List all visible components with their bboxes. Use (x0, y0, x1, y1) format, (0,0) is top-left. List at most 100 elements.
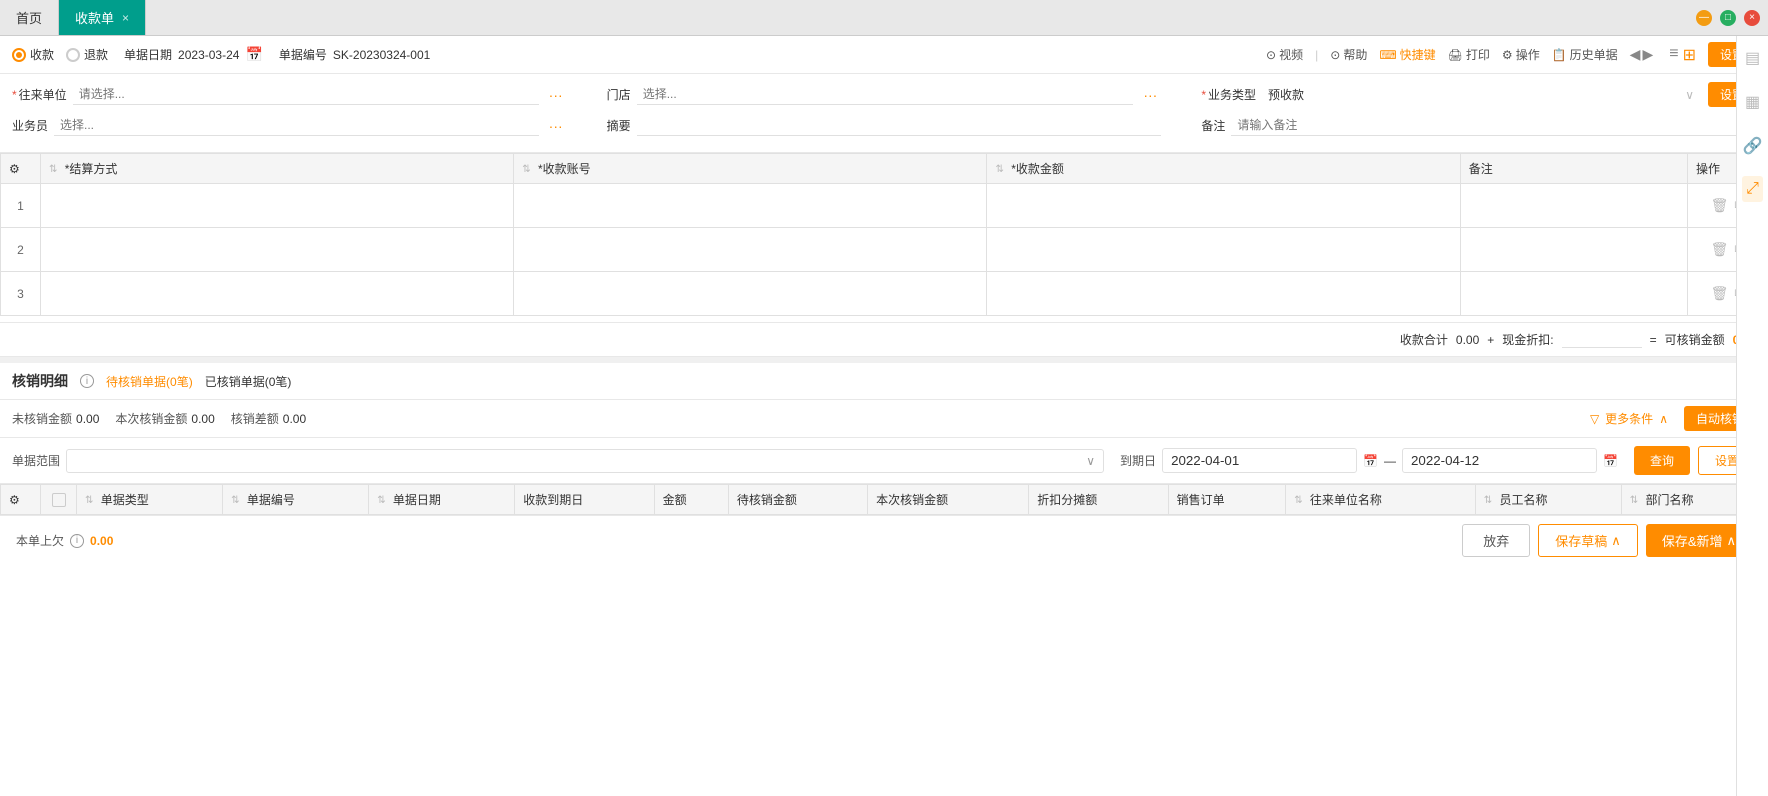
history-icon: 📋 (1552, 48, 1567, 62)
tab-receipt-label: 收款单 (75, 8, 114, 27)
delete-icon-2[interactable]: 🗑 (1711, 241, 1729, 258)
date-from-input[interactable] (1162, 448, 1357, 473)
discard-button[interactable]: 放弃 (1462, 524, 1530, 557)
cell-amount-2[interactable] (987, 228, 1460, 272)
cell-amount-3[interactable] (987, 272, 1460, 316)
shop-more-btn[interactable]: ··· (1139, 87, 1161, 103)
receipt-radio[interactable]: 收款 (12, 46, 54, 63)
refund-radio[interactable]: 退款 (66, 46, 108, 63)
print-icon: 🖨 (1448, 48, 1463, 62)
cal-from-icon[interactable]: 📅 (1363, 454, 1378, 468)
row-num-1: 1 (1, 184, 41, 228)
sidebar-expand-icon[interactable]: ⤢ (1742, 176, 1763, 202)
maximize-button[interactable]: □ (1720, 10, 1736, 26)
delete-icon-3[interactable]: 🗑 (1711, 285, 1729, 302)
doc-no-value: SK-20230324-001 (333, 48, 430, 62)
business-type-dropdown-icon[interactable]: ∨ (1685, 88, 1694, 102)
sidebar-link-icon[interactable]: 🔗 (1739, 132, 1767, 160)
video-button[interactable]: ⊙ 视频 (1266, 46, 1303, 63)
minimize-button[interactable]: — (1696, 10, 1712, 26)
remark-input[interactable] (1231, 115, 1756, 136)
next-arrow[interactable]: ▶ (1642, 46, 1653, 63)
calendar-icon[interactable]: 📅 (245, 46, 262, 63)
date-to-input[interactable] (1402, 448, 1597, 473)
card-view-btn[interactable]: ⊞ (1683, 45, 1696, 65)
cell-settlement-3[interactable] (41, 272, 514, 316)
bottom-col-discount: 折扣分摊额 (1029, 485, 1168, 515)
sidebar-table-icon[interactable]: ▤ (1741, 44, 1764, 72)
pending-tab[interactable]: 待核销单据(0笔) (106, 373, 193, 390)
reconcile-title: 核销明细 (12, 371, 68, 391)
bottom-col-checkbox (41, 485, 77, 515)
business-type-value: 预收款 (1262, 83, 1679, 106)
close-button[interactable]: × (1744, 10, 1760, 26)
summary-field: 摘要 (607, 115, 1162, 136)
print-button[interactable]: 🖨 打印 (1448, 46, 1490, 63)
date-range-filter: 到期日 📅 — 📅 (1120, 448, 1618, 473)
tab-receipt[interactable]: 收款单 × (59, 0, 146, 35)
cell-account-2[interactable] (514, 228, 987, 272)
col-setting-header[interactable]: ⚙ (1, 154, 41, 184)
date-label: 单据日期 (124, 46, 172, 63)
help-label: 帮助 (1343, 46, 1367, 63)
staff-more-btn[interactable]: ··· (545, 118, 567, 134)
query-button[interactable]: 查询 (1634, 446, 1690, 475)
receipt-radio-label: 收款 (30, 46, 54, 63)
counterparty-more-btn[interactable]: ··· (545, 87, 567, 103)
tab-receipt-close[interactable]: × (122, 11, 129, 25)
cell-account-1[interactable] (514, 184, 987, 228)
list-view-btn[interactable]: ≡ (1669, 45, 1678, 65)
operations-button[interactable]: ⚙ 操作 (1502, 46, 1540, 63)
range-select[interactable]: ∨ (66, 449, 1104, 473)
cell-remark-2[interactable] (1460, 228, 1687, 272)
refund-radio-label: 退款 (84, 46, 108, 63)
discount-input[interactable] (1562, 332, 1642, 348)
date-value: 2023-03-24 (178, 48, 239, 62)
bottom-col-type: ⇅ 单据类型 (77, 485, 223, 515)
bottom-col-date: ⇅ 单据日期 (369, 485, 515, 515)
cell-settlement-1[interactable] (41, 184, 514, 228)
counterparty-input[interactable] (73, 84, 539, 105)
reconcile-info-icon[interactable]: i (80, 374, 94, 388)
delete-icon-1[interactable]: 🗑 (1711, 197, 1729, 214)
tab-bar: 首页 收款单 × — □ × (0, 0, 1768, 36)
cell-account-3[interactable] (514, 272, 987, 316)
summary-label: 摘要 (607, 117, 631, 134)
sidebar-grid-icon[interactable]: ▦ (1741, 88, 1764, 116)
summary-input[interactable] (637, 115, 1162, 136)
prev-arrow[interactable]: ◀ (1630, 46, 1641, 63)
footer-buttons: 放弃 保存草稿 ∧ 保存&新增 ∧ (1462, 524, 1752, 557)
help-button[interactable]: ⊙ 帮助 (1330, 46, 1367, 63)
cell-amount-1[interactable] (987, 184, 1460, 228)
footer: 本单上欠 i 0.00 放弃 保存草稿 ∧ 保存&新增 ∧ (0, 515, 1768, 565)
video-label: 视频 (1279, 46, 1303, 63)
tab-home[interactable]: 首页 (0, 0, 59, 35)
cal-to-icon[interactable]: 📅 (1603, 454, 1618, 468)
plus-sign: + (1487, 333, 1494, 347)
cell-settlement-2[interactable] (41, 228, 514, 272)
shop-input[interactable] (637, 84, 1134, 105)
bottom-col-current: 本次核销金额 (868, 485, 1029, 515)
footer-current-value: 0.00 (90, 534, 113, 548)
shortcuts-button[interactable]: ⌨ 快捷键 (1379, 46, 1435, 63)
col-remark-header: 备注 (1460, 154, 1687, 184)
bottom-col-setting[interactable]: ⚙ (1, 485, 41, 515)
cell-remark-1[interactable] (1460, 184, 1687, 228)
footer-info-icon[interactable]: i (70, 534, 84, 548)
bottom-col-staff: ⇅ 员工名称 (1475, 485, 1621, 515)
window-controls: — □ × (1696, 10, 1768, 26)
select-all-checkbox[interactable] (52, 493, 66, 507)
cell-remark-3[interactable] (1460, 272, 1687, 316)
table-row: 1 🗑 ⧉ (1, 184, 1768, 228)
form-row-2: 业务员 ··· 摘要 备注 (12, 115, 1756, 136)
done-tab[interactable]: 已核销单据(0笔) (205, 373, 292, 390)
toolbar: 收款 退款 单据日期 2023-03-24 📅 单据编号 SK-20230324… (0, 36, 1768, 74)
filter-row: 单据范围 ∨ 到期日 📅 — 📅 查询 设置 (0, 438, 1768, 484)
staff-input[interactable] (54, 115, 539, 136)
table-row: 3 🗑 ⧉ (1, 272, 1768, 316)
due-label: 到期日 (1120, 452, 1156, 469)
history-button[interactable]: 📋 历史单据 (1552, 46, 1618, 63)
save-draft-button[interactable]: 保存草稿 ∧ (1538, 524, 1638, 557)
more-conditions-btn[interactable]: ▽ 更多条件 ∧ (1590, 410, 1668, 427)
unchecked-stat: 未核销金额 0.00 (12, 410, 99, 427)
